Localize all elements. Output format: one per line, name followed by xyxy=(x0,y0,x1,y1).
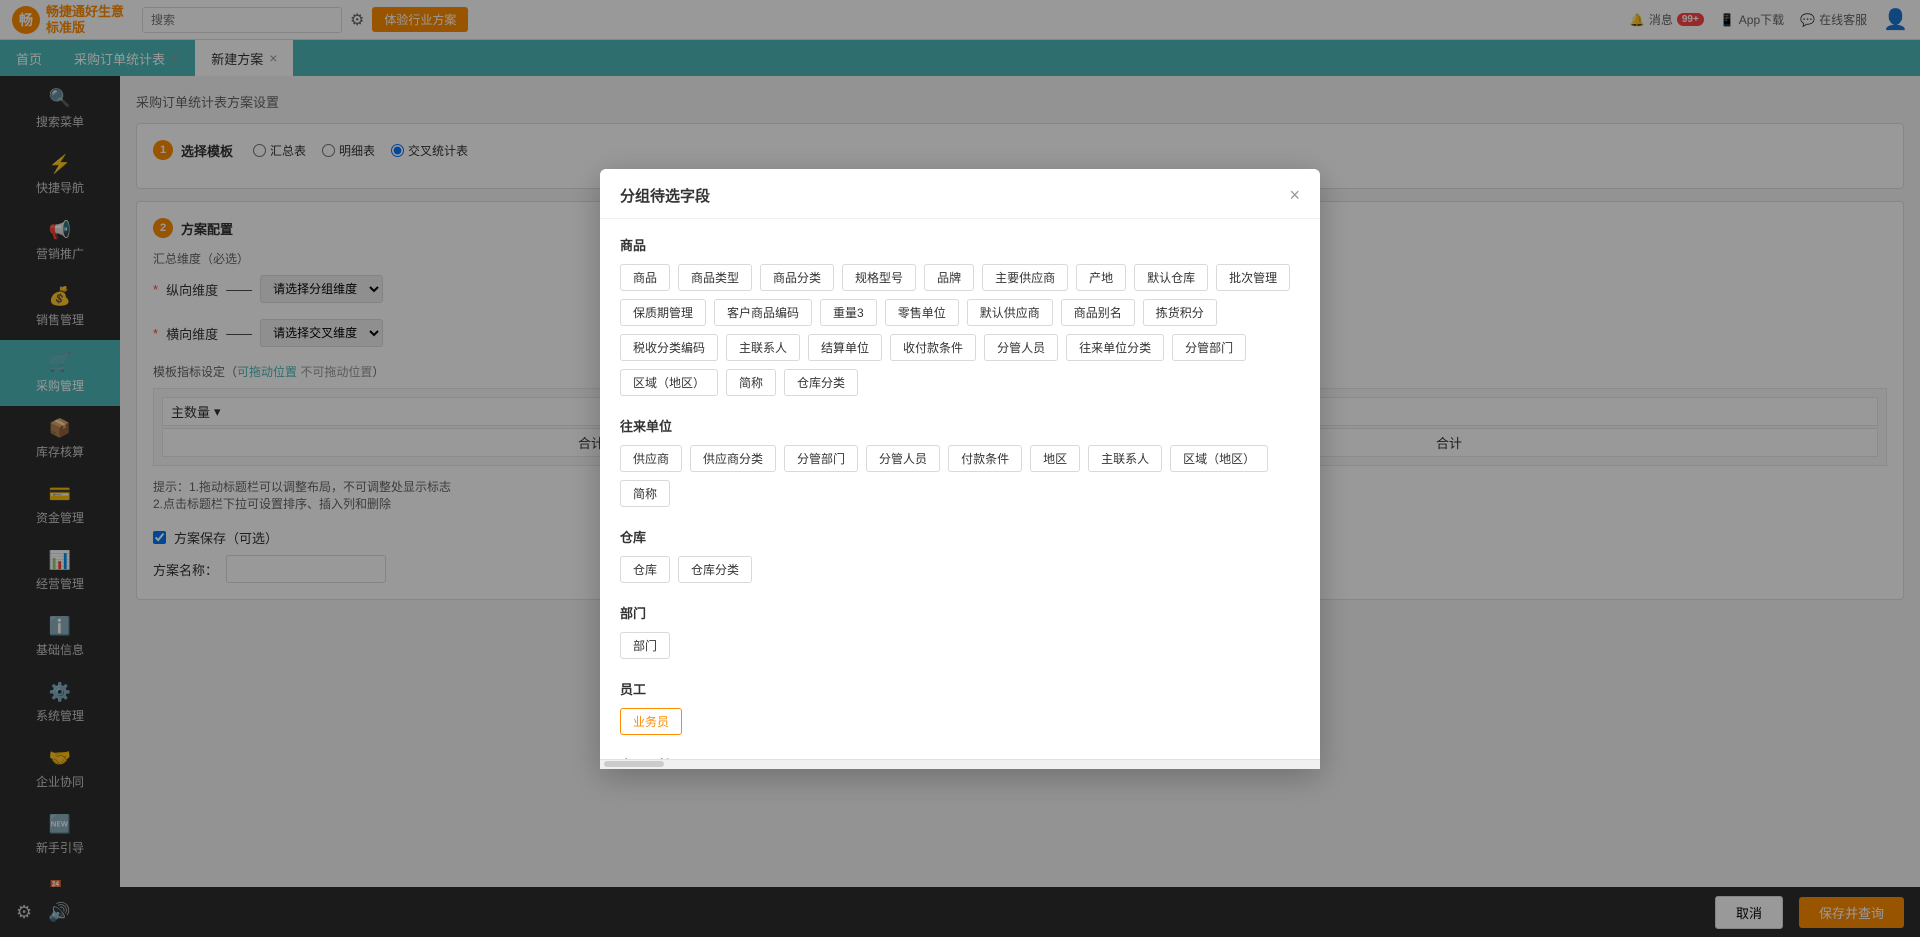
tag-group-部门: 部门 xyxy=(620,632,1300,659)
modal-section-往来单位: 往来单位供应商供应商分类分管部门分管人员付款条件地区主联系人区域（地区） 简称 xyxy=(620,416,1300,507)
tag-主要供应商[interactable]: 主要供应商 xyxy=(982,264,1068,291)
modal-header: 分组待选字段 × xyxy=(600,169,1320,219)
modal-overlay: 分组待选字段 × 商品商品商品类型商品分类规格型号品牌主要供应商产地默认仓库批次… xyxy=(0,0,1920,937)
tag-结算单位[interactable]: 结算单位 xyxy=(808,334,882,361)
section-title-员工: 员工 xyxy=(620,679,1300,698)
tag-分管人员[interactable]: 分管人员 xyxy=(984,334,1058,361)
tag-客户商品编码[interactable]: 客户商品编码 xyxy=(714,299,812,326)
modal-dialog: 分组待选字段 × 商品商品商品类型商品分类规格型号品牌主要供应商产地默认仓库批次… xyxy=(600,169,1320,769)
modal-section-仓库: 仓库仓库仓库分类 xyxy=(620,527,1300,583)
tag-区域（地区）[interactable]: 区域（地区） xyxy=(620,369,718,396)
tag-默认供应商[interactable]: 默认供应商 xyxy=(967,299,1053,326)
section-title-商品: 商品 xyxy=(620,235,1300,254)
tag-收付款条件[interactable]: 收付款条件 xyxy=(890,334,976,361)
hscroll-thumb[interactable] xyxy=(604,761,664,767)
tag-商品[interactable]: 商品 xyxy=(620,264,670,291)
section-title-仓库: 仓库 xyxy=(620,527,1300,546)
tag-group-仓库: 仓库仓库分类 xyxy=(620,556,1300,583)
tag-产地[interactable]: 产地 xyxy=(1076,264,1126,291)
tag-重量3[interactable]: 重量3 xyxy=(820,299,877,326)
modal-section-商品: 商品商品商品类型商品分类规格型号品牌主要供应商产地默认仓库批次管理保质期管理客户… xyxy=(620,235,1300,396)
tag-批次管理[interactable]: 批次管理 xyxy=(1216,264,1290,291)
tag-仓库分类[interactable]: 仓库分类 xyxy=(784,369,858,396)
tag-group-往来单位: 供应商供应商分类分管部门分管人员付款条件地区主联系人区域（地区） 简称 xyxy=(620,445,1300,507)
tag-商品分类[interactable]: 商品分类 xyxy=(760,264,834,291)
tag-供应商[interactable]: 供应商 xyxy=(620,445,682,472)
tag-品牌[interactable]: 品牌 xyxy=(924,264,974,291)
tag-仓库[interactable]: 仓库 xyxy=(620,556,670,583)
section-title-往来单位: 往来单位 xyxy=(620,416,1300,435)
tag-主联系人[interactable]: 主联系人 xyxy=(1088,445,1162,472)
tag-分管部门[interactable]: 分管部门 xyxy=(1172,334,1246,361)
modal-close-button[interactable]: × xyxy=(1289,185,1300,206)
modal-body: 商品商品商品类型商品分类规格型号品牌主要供应商产地默认仓库批次管理保质期管理客户… xyxy=(600,219,1320,759)
tag-分管部门[interactable]: 分管部门 xyxy=(784,445,858,472)
tag-付款条件[interactable]: 付款条件 xyxy=(948,445,1022,472)
tag-默认仓库[interactable]: 默认仓库 xyxy=(1134,264,1208,291)
tag-业务员[interactable]: 业务员 xyxy=(620,708,682,735)
section-title-部门: 部门 xyxy=(620,603,1300,622)
tag-拣货积分[interactable]: 拣货积分 xyxy=(1143,299,1217,326)
tag-保质期管理[interactable]: 保质期管理 xyxy=(620,299,706,326)
tag-商品类型[interactable]: 商品类型 xyxy=(678,264,752,291)
tag-税收分类编码[interactable]: 税收分类编码 xyxy=(620,334,718,361)
tag-部门[interactable]: 部门 xyxy=(620,632,670,659)
tag-简称[interactable]: 简称 xyxy=(726,369,776,396)
tag-group-商品: 商品商品类型商品分类规格型号品牌主要供应商产地默认仓库批次管理保质期管理客户商品… xyxy=(620,264,1300,396)
tag-规格型号[interactable]: 规格型号 xyxy=(842,264,916,291)
tag-往来单位分类[interactable]: 往来单位分类 xyxy=(1066,334,1164,361)
modal-title: 分组待选字段 xyxy=(620,185,1289,206)
tag-分管人员[interactable]: 分管人员 xyxy=(866,445,940,472)
tag-简称[interactable]: 简称 xyxy=(620,480,670,507)
tag-仓库分类[interactable]: 仓库分类 xyxy=(678,556,752,583)
modal-horizontal-scrollbar[interactable] xyxy=(600,759,1320,769)
tag-区域（地区）[interactable]: 区域（地区） xyxy=(1170,445,1268,472)
tag-主联系人[interactable]: 主联系人 xyxy=(726,334,800,361)
tag-供应商分类[interactable]: 供应商分类 xyxy=(690,445,776,472)
tag-地区[interactable]: 地区 xyxy=(1030,445,1080,472)
tag-零售单位[interactable]: 零售单位 xyxy=(885,299,959,326)
modal-section-部门: 部门部门 xyxy=(620,603,1300,659)
modal-section-员工: 员工业务员 xyxy=(620,679,1300,735)
tag-group-员工: 业务员 xyxy=(620,708,1300,735)
tag-商品别名[interactable]: 商品别名 xyxy=(1061,299,1135,326)
